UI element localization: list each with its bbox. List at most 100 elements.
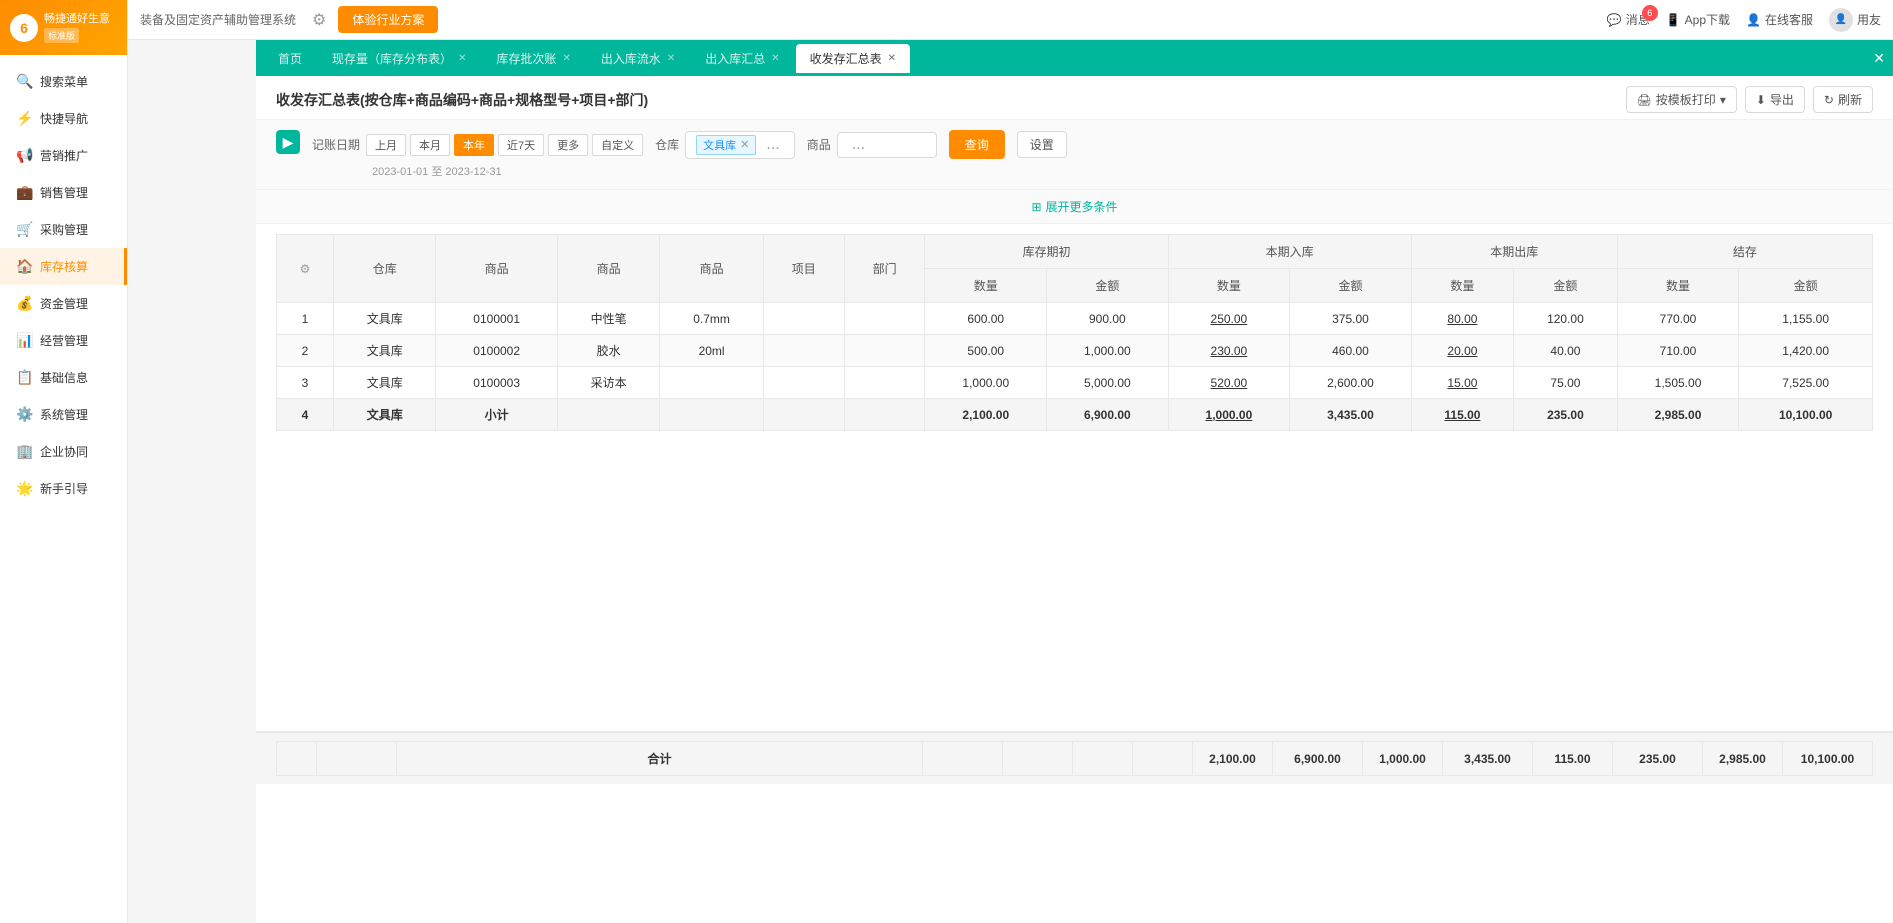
subtotal-row: 4 文具库 小计 2,100.00 6,900.00 1,000.00 3,43…: [277, 399, 1873, 431]
tab-home-label: 首页: [278, 50, 302, 67]
filter-toggle-button[interactable]: ▶: [276, 130, 300, 154]
row2-open-qty: 500.00: [925, 335, 1047, 367]
sidebar-item-sales[interactable]: 💼 销售管理: [0, 174, 127, 211]
user-label: 用友: [1857, 11, 1881, 28]
sidebar-nav: 🔍 搜索菜单 ⚡ 快捷导航 📢 营销推广 💼 销售管理 🛒 采购管理 🏠 库存核…: [0, 55, 127, 923]
total-footer: 合计 2,100.00 6,900.00 1,000.00 3,435.00 1…: [256, 731, 1893, 784]
subtotal-out-qty[interactable]: 115.00: [1411, 399, 1513, 431]
service-action[interactable]: 👤 在线客服: [1746, 11, 1813, 28]
row2-warehouse: 文具库: [334, 335, 436, 367]
subtotal-in-qty[interactable]: 1,000.00: [1168, 399, 1290, 431]
search-icon: 🔍: [16, 73, 32, 90]
date-btn-7days[interactable]: 近7天: [498, 134, 544, 156]
row3-spec: [660, 367, 764, 399]
topbar: 装备及固定资产辅助管理系统 ⚙ 体验行业方案 💬 消息 6 📱 App下载 👤 …: [128, 0, 1893, 40]
sidebar: 6 畅捷通好生意 标准版 🔍 搜索菜单 ⚡ 快捷导航 📢 营销推广 💼 销售管理…: [0, 0, 128, 923]
date-btn-this-month[interactable]: 本月: [410, 134, 450, 156]
table-settings-icon[interactable]: ⚙: [277, 235, 334, 303]
row2-out-qty[interactable]: 20.00: [1411, 335, 1513, 367]
row3-out-qty[interactable]: 15.00: [1411, 367, 1513, 399]
tab-bar: 首页 现存量（库存分布表） ✕ 库存批次账 ✕ 出入库流水 ✕ 出入库汇总 ✕ …: [256, 40, 1893, 76]
warehouse-tag-close[interactable]: ✕: [740, 138, 749, 151]
row2-dept: [844, 335, 925, 367]
tab-home[interactable]: 首页: [264, 44, 316, 73]
app-download-action[interactable]: 📱 App下载: [1666, 11, 1730, 28]
subtotal-empty3: [763, 399, 844, 431]
warehouse-tag-text: 文具库: [703, 137, 736, 153]
export-button[interactable]: ⬇ 导出: [1745, 86, 1805, 113]
logo-icon: 6: [10, 14, 38, 42]
query-button[interactable]: 查询: [949, 130, 1005, 159]
warehouse-filter-label: 仓库: [655, 136, 679, 153]
expand-filter-button[interactable]: ⊞ 展开更多条件: [1027, 194, 1121, 219]
tab-close-inout-flow[interactable]: ✕: [667, 53, 675, 64]
row2-open-amt: 1,000.00: [1047, 335, 1169, 367]
tab-inout-flow[interactable]: 出入库流水 ✕: [587, 44, 689, 73]
sidebar-item-corp[interactable]: 🏢 企业协同: [0, 433, 127, 470]
user-action[interactable]: 👤 用友: [1829, 8, 1881, 32]
operations-icon: 📊: [16, 332, 32, 349]
tab-inout-summary[interactable]: 出入库汇总 ✕: [691, 44, 793, 73]
total-open-qty: 2,100.00: [1193, 742, 1273, 776]
sidebar-item-finance[interactable]: 💰 资金管理: [0, 285, 127, 322]
date-buttons: 上月 本月 本年 近7天 更多 自定义: [366, 134, 643, 156]
subtotal-empty4: [844, 399, 925, 431]
date-btn-this-year[interactable]: 本年: [454, 134, 494, 156]
sidebar-item-quick[interactable]: ⚡ 快捷导航: [0, 100, 127, 137]
row1-warehouse: 文具库: [334, 303, 436, 335]
basic-icon: 📋: [16, 369, 32, 386]
sidebar-item-marketing[interactable]: 📢 营销推广: [0, 137, 127, 174]
purchase-icon: 🛒: [16, 221, 32, 238]
row3-in-qty[interactable]: 520.00: [1168, 367, 1290, 399]
warehouse-more-icon[interactable]: ...: [762, 136, 783, 154]
sidebar-item-basic[interactable]: 📋 基础信息: [0, 359, 127, 396]
sidebar-item-inventory[interactable]: 🏠 库存核算: [0, 248, 127, 285]
avatar: 👤: [1829, 8, 1853, 32]
total-label: 合计: [397, 742, 923, 776]
date-btn-last-month[interactable]: 上月: [366, 134, 406, 156]
tab-batch[interactable]: 库存批次账 ✕: [482, 44, 584, 73]
product-filter: 商品 ...: [807, 132, 937, 158]
subtotal-close-amt: 10,100.00: [1739, 399, 1873, 431]
subtotal-label: 小计: [436, 399, 558, 431]
tab-close-recv-summary[interactable]: ✕: [888, 53, 896, 64]
print-button[interactable]: 🖨 按模板打印 ▾: [1626, 86, 1737, 113]
print-label: 按模板打印: [1656, 91, 1716, 108]
finance-icon: 💰: [16, 295, 32, 312]
product-more-icon[interactable]: ...: [848, 136, 869, 154]
sidebar-item-operations[interactable]: 📊 经营管理: [0, 322, 127, 359]
col-header-open-qty: 数量: [925, 269, 1047, 303]
tab-close-inout-summary[interactable]: ✕: [771, 53, 779, 64]
app-label: App下载: [1685, 11, 1730, 28]
sidebar-item-sales-label: 销售管理: [40, 184, 88, 201]
trial-button[interactable]: 体验行业方案: [338, 6, 438, 33]
subtotal-warehouse: 文具库: [334, 399, 436, 431]
topbar-settings-icon[interactable]: ⚙: [312, 10, 326, 30]
message-action[interactable]: 💬 消息 6: [1607, 11, 1650, 28]
row1-out-qty[interactable]: 80.00: [1411, 303, 1513, 335]
refresh-label: 刷新: [1838, 91, 1862, 108]
tab-close-batch[interactable]: ✕: [562, 53, 570, 64]
sidebar-item-system[interactable]: ⚙️ 系统管理: [0, 396, 127, 433]
row1-in-qty[interactable]: 250.00: [1168, 303, 1290, 335]
sidebar-item-search[interactable]: 🔍 搜索菜单: [0, 63, 127, 100]
corp-icon: 🏢: [16, 443, 32, 460]
close-all-tabs-button[interactable]: ✕: [1873, 50, 1885, 67]
date-btn-more[interactable]: 更多: [548, 134, 588, 156]
subtotal-open-amt: 6,900.00: [1047, 399, 1169, 431]
tab-recv-summary[interactable]: 收发存汇总表 ✕: [796, 44, 910, 73]
set-button[interactable]: 设置: [1017, 131, 1067, 158]
sidebar-item-newbie[interactable]: 🌟 新手引导: [0, 470, 127, 507]
row2-in-qty[interactable]: 230.00: [1168, 335, 1290, 367]
tab-stock-dist[interactable]: 现存量（库存分布表） ✕: [318, 44, 480, 73]
expand-icon: ⊞: [1031, 200, 1041, 214]
warehouse-select[interactable]: 文具库 ✕ ...: [685, 131, 795, 159]
sidebar-item-purchase[interactable]: 🛒 采购管理: [0, 211, 127, 248]
refresh-button[interactable]: ↻ 刷新: [1813, 86, 1873, 113]
product-select[interactable]: ...: [837, 132, 937, 158]
print-icon: 🖨: [1637, 93, 1652, 107]
message-icon: 💬: [1607, 13, 1622, 27]
date-btn-custom[interactable]: 自定义: [592, 134, 643, 156]
tab-close-stock-dist[interactable]: ✕: [458, 53, 466, 64]
subtotal-open-qty: 2,100.00: [925, 399, 1047, 431]
